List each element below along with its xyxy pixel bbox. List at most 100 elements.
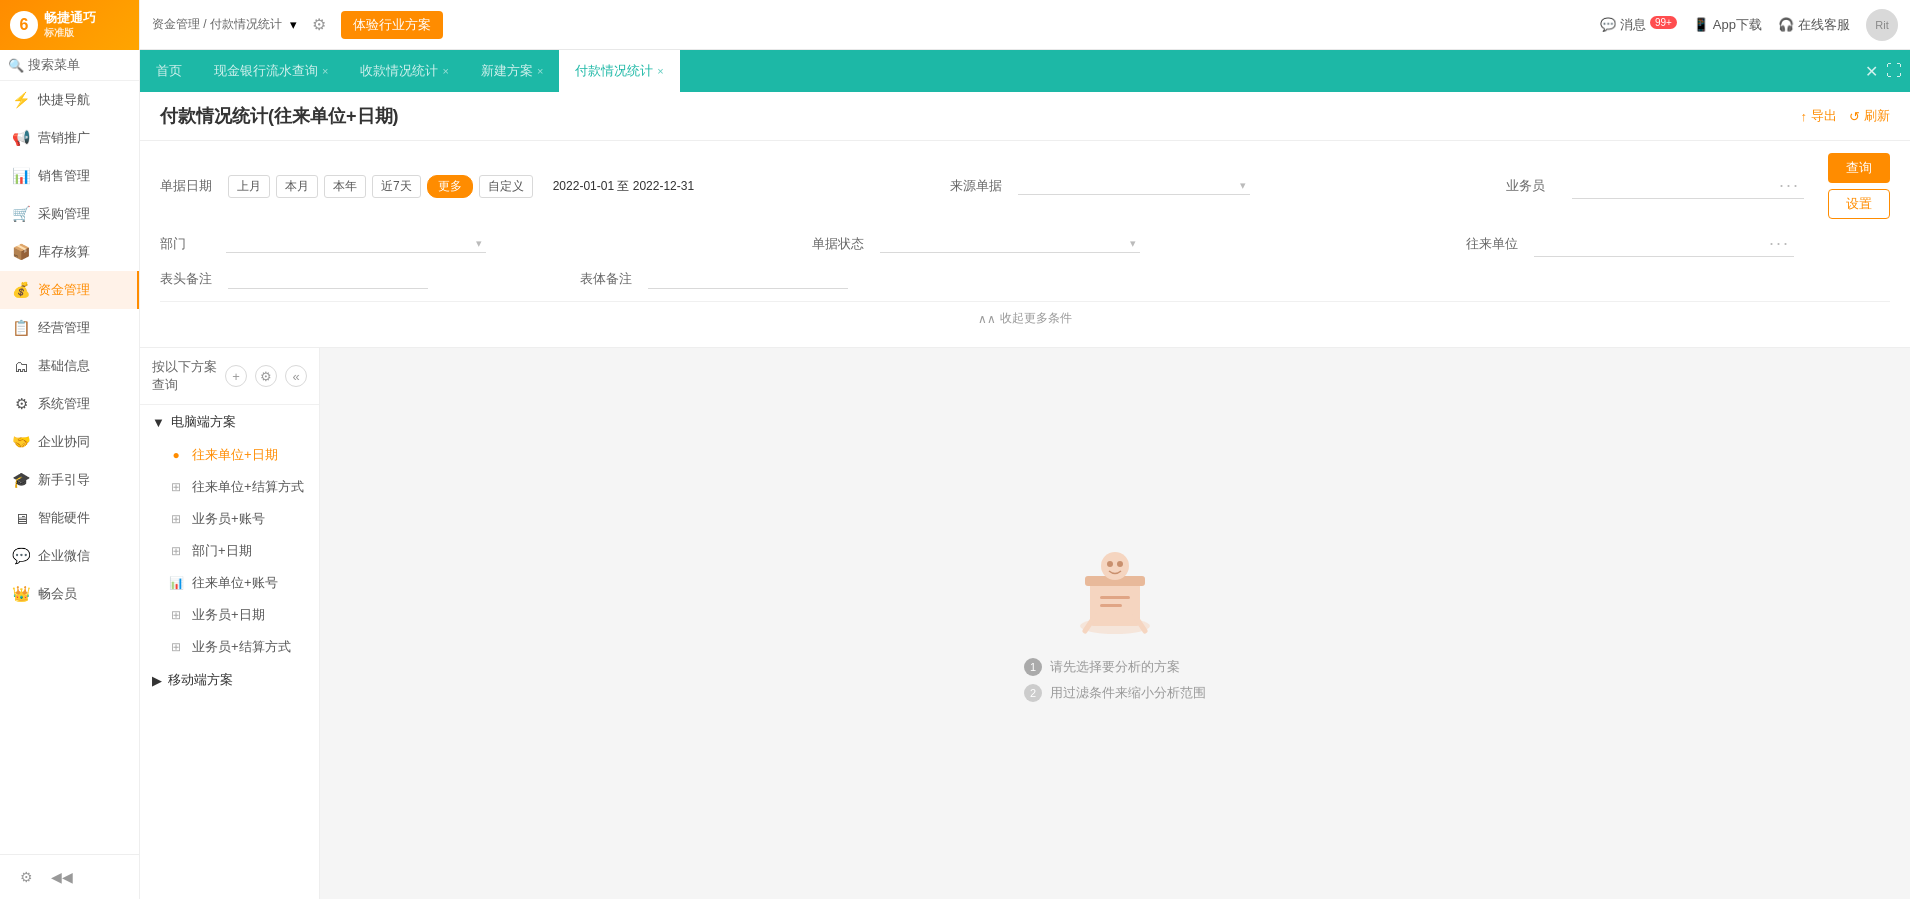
note-body-input[interactable] — [648, 269, 848, 289]
source-select[interactable]: ▾ — [1018, 177, 1250, 195]
voucher-status-select[interactable]: ▾ — [880, 235, 1140, 253]
sidebar-item-cooperation[interactable]: 🤝 企业协同 — [0, 423, 139, 461]
tab-receipts-close[interactable]: × — [442, 65, 448, 77]
tab-home-label: 首页 — [156, 62, 182, 80]
sidebar-item-inventory[interactable]: 📦 库存核算 — [0, 233, 139, 271]
note-header-input[interactable] — [228, 269, 428, 289]
sidebar-item-wechat[interactable]: 💬 企业微信 — [0, 537, 139, 575]
tab-payments[interactable]: 付款情况统计 × — [559, 50, 679, 92]
refresh-btn[interactable]: ↺ 刷新 — [1849, 107, 1890, 125]
date-btn-more[interactable]: 更多 — [427, 175, 473, 198]
tab-payments-close[interactable]: × — [657, 65, 663, 77]
sidebar-item-sales[interactable]: 📊 销售管理 — [0, 157, 139, 195]
sidebar-item-quick-nav[interactable]: ⚡ 快捷导航 — [0, 81, 139, 119]
tab-new-plan-label: 新建方案 — [481, 62, 533, 80]
sidebar-item-system[interactable]: ⚙ 系统管理 — [0, 385, 139, 423]
service-icon: 🎧 — [1778, 17, 1794, 32]
topbar-settings-btn[interactable]: ⚙ — [305, 11, 333, 39]
service-label: 在线客服 — [1798, 16, 1850, 34]
online-service-btn[interactable]: 🎧 在线客服 — [1778, 16, 1850, 34]
date-btn-this-month[interactable]: 本月 — [276, 175, 318, 198]
dept-label: 部门 — [160, 235, 210, 253]
topbar-dropdown-icon[interactable]: ▾ — [290, 17, 297, 32]
topbar-right: 💬 消息 99+ 📱 App下载 🎧 在线客服 Rit — [1600, 9, 1898, 41]
date-btn-last-7-days[interactable]: 近7天 — [372, 175, 421, 198]
date-btn-this-year[interactable]: 本年 — [324, 175, 366, 198]
scheme-item-icon-table4: ⊞ — [168, 607, 184, 623]
tip-text-1: 请先选择要分析的方案 — [1050, 658, 1180, 676]
sidebar-label: 基础信息 — [38, 357, 90, 375]
sidebar-label: 快捷导航 — [38, 91, 90, 109]
settings-button[interactable]: 设置 — [1828, 189, 1890, 219]
export-btn[interactable]: ↑ 导出 — [1801, 107, 1838, 125]
sidebar-label: 营销推广 — [38, 129, 90, 147]
sidebar-item-hardware[interactable]: 🖥 智能硬件 — [0, 499, 139, 537]
scheme-settings-btn[interactable]: ⚙ — [255, 365, 277, 387]
salesman-select[interactable]: ··· — [1572, 173, 1804, 199]
date-btn-custom[interactable]: 自定义 — [479, 175, 533, 198]
tab-close-all-icon[interactable]: ✕ — [1865, 62, 1878, 81]
scheme-add-btn[interactable]: + — [225, 365, 247, 387]
sidebar-item-basic[interactable]: 🗂 基础信息 — [0, 347, 139, 385]
user-avatar[interactable]: Rit — [1866, 9, 1898, 41]
sidebar-label: 企业微信 — [38, 547, 90, 565]
empty-state: 1 请先选择要分析的方案 2 用过滤条件来缩小分析范围 — [1024, 546, 1206, 702]
source-dropdown-icon: ▾ — [1240, 179, 1246, 192]
tip-text-2: 用过滤条件来缩小分析范围 — [1050, 684, 1206, 702]
app-icon: 📱 — [1693, 17, 1709, 32]
scheme-pc-group: ▼ 电脑端方案 ● 往来单位+日期 ⊞ 往来单位+结算方式 ⊞ 业务员+账号 — [140, 405, 319, 663]
search-icon: 🔍 — [8, 58, 24, 73]
collapse-btn[interactable]: ∧∧ 收起更多条件 — [978, 310, 1072, 327]
tab-new-plan[interactable]: 新建方案 × — [465, 50, 559, 92]
scheme-item-dept-date[interactable]: ⊞ 部门+日期 — [140, 535, 319, 567]
tab-expand-icon[interactable]: ⛶ — [1886, 62, 1902, 80]
sidebar-item-purchase[interactable]: 🛒 采购管理 — [0, 195, 139, 233]
scheme-item-salesman-date[interactable]: ⊞ 业务员+日期 — [140, 599, 319, 631]
finance-icon: 💰 — [12, 281, 30, 299]
sidebar-search[interactable]: 🔍 搜索菜单 — [0, 50, 139, 81]
salesman-more-icon[interactable]: ··· — [1779, 175, 1800, 196]
empty-icon — [1065, 546, 1165, 646]
query-button[interactable]: 查询 — [1828, 153, 1890, 183]
app-download-btn[interactable]: 📱 App下载 — [1693, 16, 1762, 34]
sidebar-item-operations[interactable]: 📋 经营管理 — [0, 309, 139, 347]
tab-receipts[interactable]: 收款情况统计 × — [344, 50, 464, 92]
tab-home[interactable]: 首页 — [140, 50, 198, 92]
sidebar-item-guide[interactable]: 🎓 新手引导 — [0, 461, 139, 499]
sidebar-collapse-btn[interactable]: ◀◀ — [48, 863, 76, 891]
svg-rect-1 — [1090, 581, 1140, 626]
scheme-mobile-group-header[interactable]: ▶ 移动端方案 — [140, 663, 319, 697]
scheme-item-unit-account[interactable]: 📊 往来单位+账号 — [140, 567, 319, 599]
svg-point-3 — [1101, 552, 1129, 580]
scheme-item-icon-table2: ⊞ — [168, 511, 184, 527]
scheme-header: 按以下方案查询 + ⚙ « — [140, 348, 319, 405]
sidebar-settings-btn[interactable]: ⚙ — [12, 863, 40, 891]
scheme-item-unit-payment[interactable]: ⊞ 往来单位+结算方式 — [140, 471, 319, 503]
sidebar-item-member[interactable]: 👑 畅会员 — [0, 575, 139, 613]
scheme-collapse-btn[interactable]: « — [285, 365, 307, 387]
pc-group-arrow: ▼ — [152, 415, 165, 430]
related-unit-select[interactable]: ··· — [1534, 231, 1794, 257]
page-header: 付款情况统计(往来单位+日期) ↑ 导出 ↺ 刷新 — [140, 92, 1910, 141]
scheme-item-label: 部门+日期 — [192, 542, 252, 560]
notification-btn[interactable]: 💬 消息 99+ — [1600, 16, 1677, 34]
tab-cash-flow-close[interactable]: × — [322, 65, 328, 77]
hardware-icon: 🖥 — [12, 509, 30, 527]
scheme-item-salesman-account[interactable]: ⊞ 业务员+账号 — [140, 503, 319, 535]
sidebar-item-marketing[interactable]: 📢 营销推广 — [0, 119, 139, 157]
tab-new-plan-close[interactable]: × — [537, 65, 543, 77]
scheme-item-unit-date[interactable]: ● 往来单位+日期 — [140, 439, 319, 471]
trial-button[interactable]: 体验行业方案 — [341, 11, 443, 39]
date-range-display: 2022-01-01 至 2022-12-31 — [553, 178, 694, 195]
dept-select[interactable]: ▾ — [226, 235, 486, 253]
scheme-item-salesman-payment[interactable]: ⊞ 业务员+结算方式 — [140, 631, 319, 663]
tab-cash-flow[interactable]: 现金银行流水查询 × — [198, 50, 344, 92]
sidebar-item-finance[interactable]: 💰 资金管理 — [0, 271, 139, 309]
data-area: 1 请先选择要分析的方案 2 用过滤条件来缩小分析范围 — [320, 348, 1910, 899]
collapse-row: ∧∧ 收起更多条件 — [160, 301, 1890, 335]
related-unit-more-icon[interactable]: ··· — [1769, 233, 1790, 254]
note-body-label: 表体备注 — [580, 270, 632, 288]
date-btn-last-month[interactable]: 上月 — [228, 175, 270, 198]
scheme-pc-group-header[interactable]: ▼ 电脑端方案 — [140, 405, 319, 439]
sidebar-bottom: ⚙ ◀◀ — [0, 854, 139, 899]
